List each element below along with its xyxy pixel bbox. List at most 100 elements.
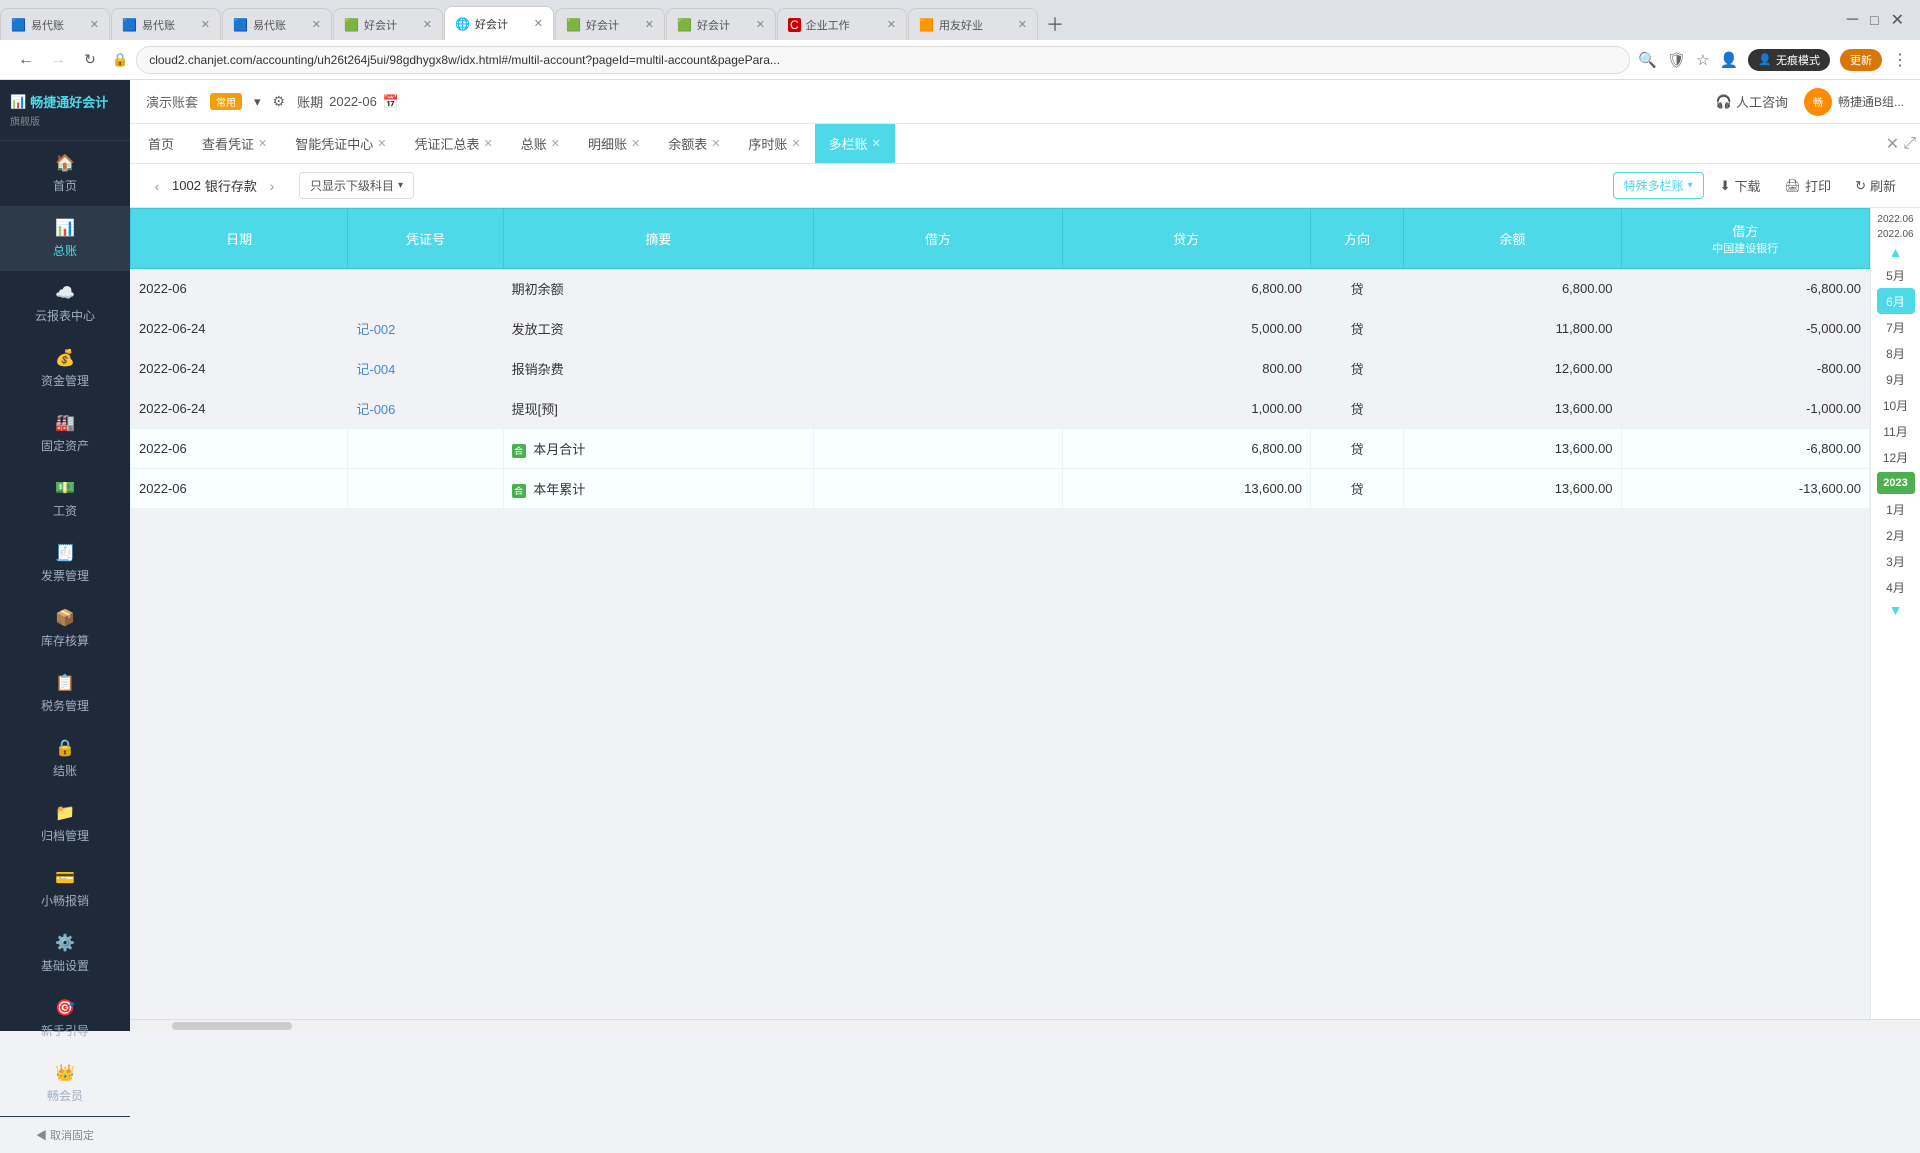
stealth-mode-btn[interactable]: 👤 无痕模式 [1748, 49, 1830, 71]
voucher-link[interactable]: 记-006 [356, 402, 395, 417]
sidebar-item-ledger[interactable]: 📊 总账 [0, 206, 130, 271]
tab7-close[interactable]: ✕ [756, 18, 765, 31]
refresh-btn[interactable]: ↻ [76, 46, 104, 74]
tab-7[interactable]: 🟩 好会计 ✕ [666, 8, 776, 40]
prev-account-btn[interactable]: ‹ [146, 175, 168, 197]
tab-5-active[interactable]: 🌐 好会计 ✕ [444, 6, 554, 40]
maximize-btn[interactable]: □ [1870, 12, 1878, 28]
tab-close-detail[interactable]: ✕ [631, 137, 640, 150]
voucher-link[interactable]: 记-002 [356, 322, 395, 337]
tab2-close[interactable]: ✕ [201, 18, 210, 31]
tab-nav-balance[interactable]: 余额表 ✕ [654, 124, 734, 164]
scroll-down-btn[interactable]: ▼ [1878, 600, 1914, 620]
tab-nav-journal[interactable]: 序时账 ✕ [734, 124, 814, 164]
tab-close-journal[interactable]: ✕ [791, 137, 800, 150]
expand-panel-icon[interactable]: ⤢ [1903, 135, 1916, 153]
sidebar-item-fund[interactable]: 💰 资金管理 [0, 336, 130, 401]
cell-voucher[interactable]: 记-002 [348, 309, 503, 349]
rp-month-9[interactable]: 9月 [1877, 366, 1915, 392]
gear-settings-icon[interactable]: ⚙ [273, 93, 286, 110]
tab6-close[interactable]: ✕ [645, 18, 654, 31]
sidebar-item-tax[interactable]: 📋 税务管理 [0, 661, 130, 726]
menu-icon[interactable]: ⋮ [1892, 50, 1908, 70]
search-icon[interactable]: 🔍 [1638, 51, 1657, 69]
sidebar-item-inventory[interactable]: 📦 库存核算 [0, 596, 130, 661]
sidebar-item-salary[interactable]: 💵 工资 [0, 466, 130, 531]
tab-close-voucher-view[interactable]: ✕ [258, 137, 267, 150]
url-bar[interactable]: cloud2.chanjet.com/accounting/uh26t264j5… [136, 46, 1630, 74]
tab-close-multi[interactable]: ✕ [872, 137, 881, 150]
tab-close-smart[interactable]: ✕ [377, 137, 386, 150]
rp-month-6-active[interactable]: 6月 [1877, 288, 1915, 314]
tab-nav-voucher-summary[interactable]: 凭证汇总表 ✕ [400, 124, 506, 164]
voucher-link[interactable]: 记-004 [356, 362, 395, 377]
close-panel-icon[interactable]: ✕ [1886, 134, 1899, 154]
sidebar-item-member[interactable]: 👑 畅会员 [0, 1051, 130, 1116]
back-btn[interactable]: ← [12, 46, 40, 74]
special-btn[interactable]: 特殊多栏账 ▾ [1613, 172, 1704, 199]
tab-nav-multi-col[interactable]: 多栏账 ✕ [815, 124, 895, 164]
sidebar-item-close-account[interactable]: 🔒 结账 [0, 726, 130, 791]
tab-nav-home[interactable]: 首页 [134, 124, 188, 164]
tab-6[interactable]: 🟩 好会计 ✕ [555, 8, 665, 40]
scroll-up-btn[interactable]: ▲ [1878, 242, 1914, 262]
tab-close-balance[interactable]: ✕ [711, 137, 720, 150]
tab-close-general[interactable]: ✕ [551, 137, 560, 150]
pin-toggle[interactable]: ◀ 取消固定 [0, 1116, 130, 1153]
user-area[interactable]: 畅 畅捷通B组... [1804, 88, 1904, 116]
tab-nav-voucher-view[interactable]: 查看凭证 ✕ [188, 124, 281, 164]
rp-month-3[interactable]: 3月 [1877, 548, 1915, 574]
tab8-close[interactable]: ✕ [887, 18, 896, 31]
vpn-icon[interactable]: 🛡 [1667, 51, 1686, 69]
period-dropdown[interactable]: ▾ [254, 94, 261, 110]
filter-dropdown[interactable]: 只显示下级科目 ▾ [299, 172, 414, 199]
h-scrollbar[interactable] [130, 1019, 1920, 1031]
rp-month-7[interactable]: 7月 [1877, 314, 1915, 340]
tab4-close[interactable]: ✕ [423, 18, 432, 31]
tab-1[interactable]: 🟦 易代账 ✕ [0, 8, 110, 40]
tab-8[interactable]: C 企业工作 ✕ [777, 8, 907, 40]
tab-4[interactable]: 🟩 好会计 ✕ [333, 8, 443, 40]
tab3-close[interactable]: ✕ [312, 18, 321, 31]
cell-voucher[interactable]: 记-006 [348, 389, 503, 429]
next-account-btn[interactable]: › [261, 175, 283, 197]
tab-9[interactable]: 🟧 用友好业 ✕ [908, 8, 1038, 40]
sidebar-item-guide[interactable]: 🎯 新手引导 [0, 986, 130, 1051]
rp-month-1[interactable]: 1月 [1877, 496, 1915, 522]
profile-icon[interactable]: 👤 [1720, 51, 1739, 69]
rp-month-11[interactable]: 11月 [1877, 418, 1915, 444]
tab9-close[interactable]: ✕ [1018, 18, 1027, 31]
h-scrollbar-thumb[interactable] [172, 1022, 292, 1030]
consult-btn[interactable]: 🎧 人工咨询 [1716, 92, 1788, 111]
tab-nav-detail-ledger[interactable]: 明细账 ✕ [574, 124, 654, 164]
sidebar-item-archive[interactable]: 📁 归档管理 [0, 791, 130, 856]
tab-2[interactable]: 🟦 易代账 ✕ [111, 8, 221, 40]
rp-month-2[interactable]: 2月 [1877, 522, 1915, 548]
sidebar-item-settings[interactable]: ⚙️ 基础设置 [0, 921, 130, 986]
sidebar-item-invoice[interactable]: 🧾 发票管理 [0, 531, 130, 596]
minimize-btn[interactable]: ─ [1847, 11, 1858, 29]
refresh-action-btn[interactable]: ↻ 刷新 [1847, 172, 1904, 199]
sidebar-item-asset[interactable]: 🏭 固定资产 [0, 401, 130, 466]
tab-close-summary[interactable]: ✕ [484, 137, 493, 150]
tab5-close[interactable]: ✕ [534, 17, 543, 30]
calendar-icon[interactable]: 📅 [383, 94, 399, 110]
close-btn[interactable]: ✕ [1891, 10, 1904, 30]
sidebar-item-report[interactable]: ☁️ 云报表中心 [0, 271, 130, 336]
rp-month-10[interactable]: 10月 [1877, 392, 1915, 418]
update-btn[interactable]: 更新 [1840, 49, 1882, 71]
sidebar-item-expense[interactable]: 💳 小畅报销 [0, 856, 130, 921]
rp-month-12[interactable]: 12月 [1877, 444, 1915, 470]
add-tab-btn[interactable]: ＋ [1039, 8, 1071, 40]
rp-month-4[interactable]: 4月 [1877, 574, 1915, 600]
cell-voucher[interactable]: 记-004 [348, 349, 503, 389]
tab-3[interactable]: 🟦 易代账 ✕ [222, 8, 332, 40]
sidebar-item-home[interactable]: 🏠 首页 [0, 141, 130, 206]
tab1-close[interactable]: ✕ [90, 18, 99, 31]
rp-month-5[interactable]: 5月 [1877, 262, 1915, 288]
forward-btn[interactable]: → [44, 46, 72, 74]
rp-month-8[interactable]: 8月 [1877, 340, 1915, 366]
download-btn[interactable]: ⬇ 下载 [1712, 172, 1769, 199]
tab-nav-smart-voucher[interactable]: 智能凭证中心 ✕ [281, 124, 400, 164]
print-btn[interactable]: 🖨 打印 [1777, 172, 1840, 199]
